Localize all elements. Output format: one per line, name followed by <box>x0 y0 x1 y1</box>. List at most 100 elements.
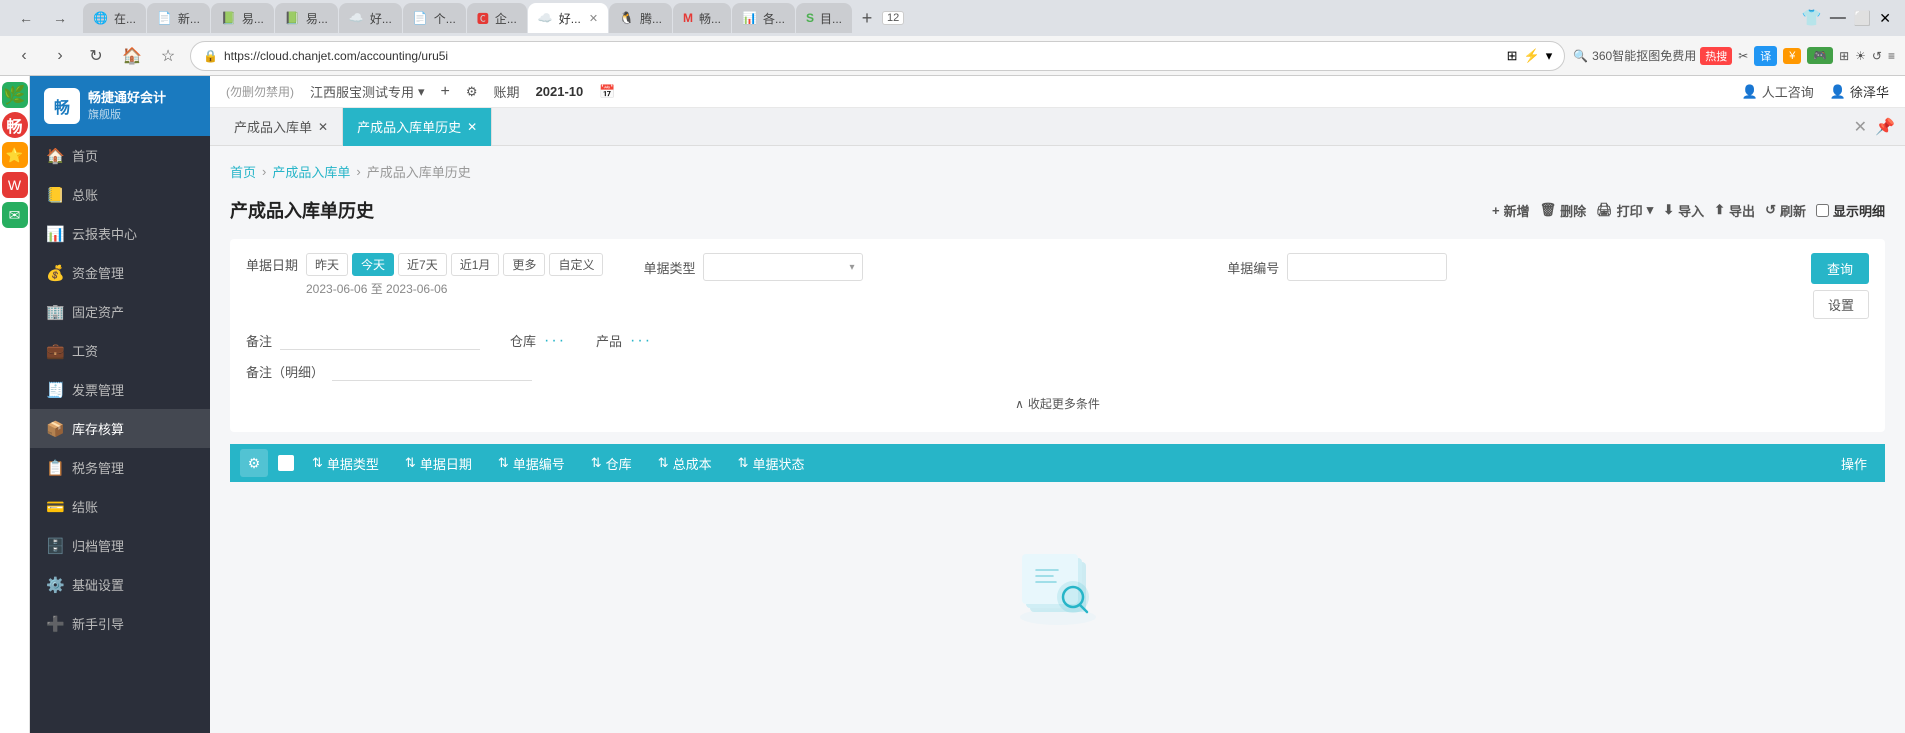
date-btn-custom[interactable]: 自定义 <box>549 253 603 276</box>
show-detail-input[interactable] <box>1816 204 1829 217</box>
col-number[interactable]: ⇅ 单据编号 <box>490 454 573 473</box>
address-input-wrap[interactable]: 🔒 https://cloud.chanjet.com/accounting/u… <box>190 41 1565 71</box>
date-btn-1month[interactable]: 近1月 <box>451 253 500 276</box>
nav-item-fixed-assets[interactable]: 🏢 固定资产 <box>30 292 210 331</box>
type-filter-select[interactable]: ▾ <box>703 253 863 281</box>
remark-detail-input[interactable] <box>332 362 532 381</box>
nav-item-inventory[interactable]: 📦 库存核算 <box>30 409 210 448</box>
toolbar-select-all[interactable] <box>278 455 294 471</box>
col-cost[interactable]: ⇅ 总成本 <box>650 454 720 473</box>
nav-item-guide[interactable]: ➕ 新手引导 <box>30 604 210 643</box>
col-status[interactable]: ⇅ 单据状态 <box>730 454 813 473</box>
browser-home-button[interactable]: 🏠 <box>118 42 146 70</box>
panel-close-icon[interactable]: ✕ <box>1854 117 1867 137</box>
browser-tab-5[interactable]: ☁️ 好... <box>339 3 402 33</box>
panel-pin-icon[interactable]: 📌 <box>1875 117 1895 137</box>
query-button[interactable]: 查询 <box>1811 253 1869 284</box>
ssl-lock-icon: 🔒 <box>203 49 218 63</box>
browser-tab-11[interactable]: 📊 各... <box>732 3 795 33</box>
import-action-button[interactable]: ⬇ 导入 <box>1663 201 1704 220</box>
browser-tab-9[interactable]: 🐧 腾... <box>609 3 672 33</box>
export-action-button[interactable]: ⬆ 导出 <box>1714 201 1755 220</box>
app-icon-1[interactable]: 🌿 <box>2 82 28 108</box>
nav-item-funds[interactable]: 💰 资金管理 <box>30 253 210 292</box>
dropdown-arrow-icon[interactable]: ▾ <box>1546 48 1553 64</box>
forward-button[interactable]: → <box>46 4 74 32</box>
browser-reload-button[interactable]: ↻ <box>82 42 110 70</box>
tab-product-list-close[interactable]: ✕ <box>318 120 328 134</box>
refresh-action-button[interactable]: ↺ 刷新 <box>1765 201 1806 220</box>
new-tab-button[interactable]: + <box>853 4 881 32</box>
maximize-button[interactable]: ⬜ <box>1854 10 1871 27</box>
delete-action-button[interactable]: 🗑 删除 <box>1540 201 1587 220</box>
date-btn-yesterday[interactable]: 昨天 <box>306 253 348 276</box>
sort-icon-date: ⇅ <box>405 455 416 471</box>
app-icon-2[interactable]: 畅 <box>2 112 28 138</box>
refresh-label: 刷新 <box>1780 201 1806 220</box>
calendar-icon[interactable]: 📅 <box>599 84 615 100</box>
browser-forward-button[interactable]: › <box>46 42 74 70</box>
product-dots[interactable]: ··· <box>630 332 652 350</box>
browser-tab-4[interactable]: 📗 易... <box>275 3 338 33</box>
nav-item-salary[interactable]: 💼 工资 <box>30 331 210 370</box>
breadcrumb-list[interactable]: 产成品入库单 <box>272 162 350 181</box>
nav-label-invoice: 发票管理 <box>72 380 124 399</box>
gear-settings-icon[interactable]: ⚙ <box>466 84 478 100</box>
tab-8-close[interactable]: ✕ <box>589 12 598 25</box>
company-selector[interactable]: 江西服宝测试专用 ▾ <box>310 82 425 101</box>
browser-tab-1[interactable]: 🌐 在... <box>83 3 146 33</box>
tab-product-history-close[interactable]: ✕ <box>467 120 477 134</box>
col-type[interactable]: ⇅ 单据类型 <box>304 454 387 473</box>
address-text: https://cloud.chanjet.com/accounting/uru… <box>224 49 1501 63</box>
headset-icon: 👤 <box>1742 84 1758 100</box>
nav-item-reports[interactable]: 📊 云报表中心 <box>30 214 210 253</box>
nav-item-settlement[interactable]: 💳 结账 <box>30 487 210 526</box>
collapse-button[interactable]: ∧ 收起更多条件 <box>1015 395 1100 412</box>
app-icon-3[interactable]: ⭐ <box>2 142 28 168</box>
human-service-label: 人工咨询 <box>1762 82 1814 101</box>
browser-tab-2[interactable]: 📄 新... <box>147 3 210 33</box>
new-action-button[interactable]: + 新增 <box>1492 201 1530 220</box>
minimize-button[interactable]: — <box>1830 9 1846 27</box>
tab-product-history[interactable]: 产成品入库单历史 ✕ <box>343 108 492 146</box>
date-btn-7days[interactable]: 近7天 <box>398 253 447 276</box>
user-profile[interactable]: 👤 徐泽华 <box>1830 82 1889 101</box>
date-btn-today[interactable]: 今天 <box>352 253 394 276</box>
app-icon-4[interactable]: W <box>2 172 28 198</box>
col-date[interactable]: ⇅ 单据日期 <box>397 454 480 473</box>
nav-item-invoice[interactable]: 🧾 发票管理 <box>30 370 210 409</box>
nav-item-home[interactable]: 🏠 首页 <box>30 136 210 175</box>
nav-item-ledger[interactable]: 📒 总账 <box>30 175 210 214</box>
breadcrumb-home[interactable]: 首页 <box>230 162 256 181</box>
settings-button[interactable]: 设置 <box>1813 290 1869 319</box>
browser-tab-3[interactable]: 📗 易... <box>211 3 274 33</box>
browser-tab-6[interactable]: 📄 个... <box>403 3 466 33</box>
print-dropdown[interactable]: ▾ <box>1647 202 1654 218</box>
browser-tab-12[interactable]: S 目... <box>796 3 852 33</box>
nav-item-tax[interactable]: 📋 税务管理 <box>30 448 210 487</box>
nav-item-archive[interactable]: 🗄️ 归档管理 <box>30 526 210 565</box>
human-service-button[interactable]: 👤 人工咨询 <box>1742 82 1814 101</box>
col-warehouse[interactable]: ⇅ 仓库 <box>583 454 640 473</box>
warehouse-dots[interactable]: ··· <box>544 332 566 350</box>
show-detail-checkbox[interactable]: 显示明细 <box>1816 201 1885 220</box>
print-action-button[interactable]: 🖨 打印 ▾ <box>1596 201 1653 220</box>
tab-product-list[interactable]: 产成品入库单 ✕ <box>220 108 343 146</box>
back-button[interactable]: ← <box>12 4 40 32</box>
browser-back-button[interactable]: ‹ <box>10 42 38 70</box>
nav-label-settlement: 结账 <box>72 497 98 516</box>
browser-tab-7[interactable]: 🅲 企... <box>467 3 527 33</box>
nav-label-fixed-assets: 固定资产 <box>72 302 124 321</box>
browser-tab-8[interactable]: ☁️ 好... ✕ <box>528 3 608 33</box>
filter-right-actions: 查询 设置 <box>1811 253 1869 319</box>
number-filter-input[interactable] <box>1287 253 1447 281</box>
add-button[interactable]: + <box>441 83 450 101</box>
remark-filter-input[interactable] <box>280 331 480 350</box>
browser-bookmark-button[interactable]: ☆ <box>154 42 182 70</box>
browser-tab-10[interactable]: M 畅... <box>673 3 731 33</box>
date-btn-more[interactable]: 更多 <box>503 253 545 276</box>
close-window-button[interactable]: ✕ <box>1879 10 1891 27</box>
nav-item-settings[interactable]: ⚙️ 基础设置 <box>30 565 210 604</box>
app-icon-5[interactable]: ✉ <box>2 202 28 228</box>
toolbar-gear-button[interactable]: ⚙ <box>240 449 268 477</box>
